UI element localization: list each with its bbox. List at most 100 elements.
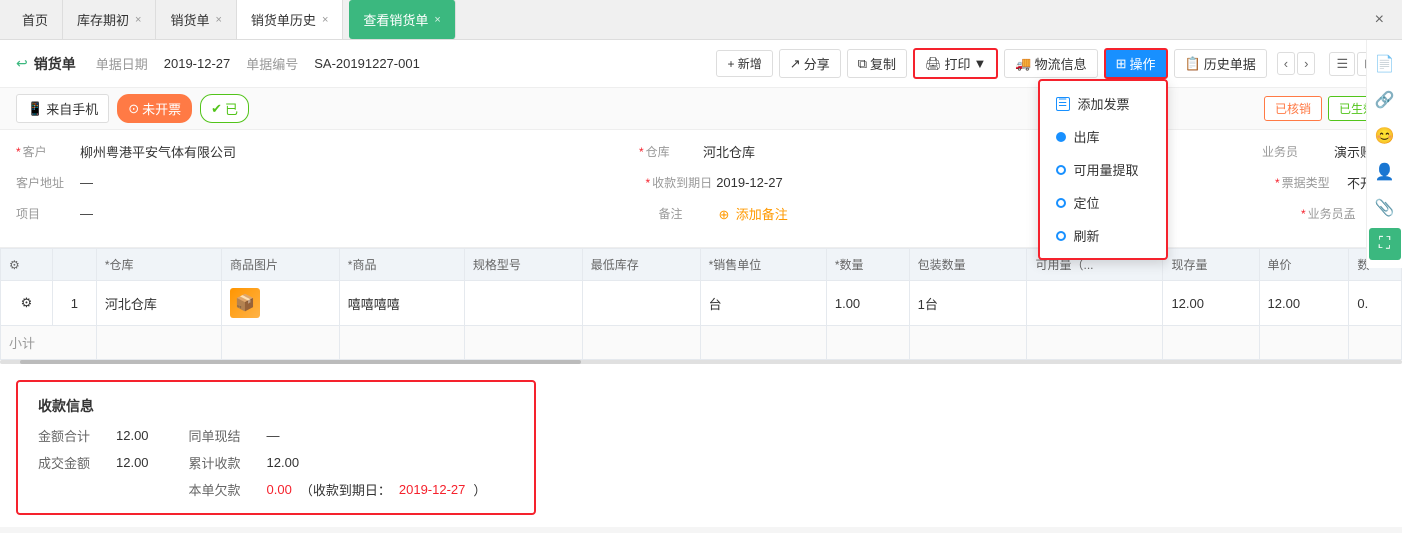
transaction-value: 12.00 bbox=[116, 455, 149, 470]
sidebar-icon-emoji[interactable]: 😊 bbox=[1369, 120, 1401, 152]
note-field: 备注 ⊕ 添加备注 bbox=[659, 204, 1302, 223]
table-header-row: ⚙ *仓库 商品图片 *商品 规格型号 最低库存 *销售单位 *数量 包装数量 … bbox=[1, 249, 1402, 281]
copy-icon: ⧉ bbox=[858, 56, 867, 72]
cumulative-label: 累计收款 bbox=[189, 453, 259, 472]
row-available bbox=[1027, 281, 1163, 326]
subtotal-col10 bbox=[1027, 326, 1163, 360]
not-open-button[interactable]: ⊙ 未开票 bbox=[117, 94, 192, 123]
history-icon: 📋 bbox=[1185, 56, 1201, 72]
from-mobile-button[interactable]: 📱 来自手机 bbox=[16, 94, 109, 123]
sidebar-icon-attach[interactable]: 📎 bbox=[1369, 192, 1401, 224]
row-product: 嘻嘻嘻嘻 bbox=[339, 281, 464, 326]
form-row-3: 项目 — 备注 ⊕ 添加备注 业务员孟 — bbox=[16, 204, 1386, 223]
sidebar-icon-user[interactable]: 👤 bbox=[1369, 156, 1401, 188]
tab-view-sales-close[interactable]: × bbox=[434, 14, 440, 26]
form-row-2: 客户地址 — 收款到期日 2019-12-27 票据类型 不开票 bbox=[16, 173, 1386, 192]
share-icon: ↗ bbox=[790, 56, 801, 72]
subtotal-col7 bbox=[700, 326, 826, 360]
logistics-icon: 🚚 bbox=[1015, 56, 1031, 72]
doc-meta: 单据日期 2019-12-27 单据编号 SA-20191227-001 bbox=[96, 54, 420, 73]
owed-value: 0.00 bbox=[267, 482, 292, 497]
th-warehouse: *仓库 bbox=[96, 249, 221, 281]
settlement-value: — bbox=[267, 428, 280, 443]
locate-item[interactable]: 定位 bbox=[1040, 186, 1166, 219]
note-label: 备注 bbox=[659, 205, 719, 222]
row-unit-price: 12.00 bbox=[1259, 281, 1349, 326]
subtotal-row: 小计 bbox=[1, 326, 1402, 360]
th-min-stock: 最低库存 bbox=[582, 249, 700, 281]
out-warehouse-icon bbox=[1056, 132, 1066, 142]
doc-icon: ↩ bbox=[16, 55, 28, 72]
share-button[interactable]: ↗ 分享 bbox=[779, 49, 841, 78]
payment-due-field: 收款到期日 2019-12-27 bbox=[646, 174, 1276, 191]
prev-button[interactable]: ‹ bbox=[1277, 52, 1295, 75]
product-image: 📦 bbox=[230, 288, 260, 318]
available-qty-item[interactable]: 可用量提取 bbox=[1040, 153, 1166, 186]
payment-due-label: 收款到期日 bbox=[646, 174, 713, 191]
add-note-button[interactable]: ⊕ 添加备注 bbox=[719, 204, 788, 223]
customer-label: 客户 bbox=[16, 143, 76, 160]
list-view-button[interactable]: ☰ bbox=[1329, 52, 1355, 76]
tab-history-close[interactable]: × bbox=[322, 14, 328, 26]
subtotal-label: 小计 bbox=[1, 326, 97, 360]
cumulative-value: 12.00 bbox=[267, 455, 300, 470]
sidebar-icon-doc[interactable]: 📄 bbox=[1369, 48, 1401, 80]
operations-button[interactable]: ⊞ 操作 bbox=[1104, 48, 1168, 79]
new-button[interactable]: + 新增 bbox=[716, 50, 772, 77]
tab-view-sales[interactable]: 查看销货单 × bbox=[349, 0, 455, 39]
add-invoice-icon: ☰ bbox=[1056, 97, 1070, 111]
transaction-label: 成交金额 bbox=[38, 453, 108, 472]
tab-inventory[interactable]: 库存期初 × bbox=[63, 0, 156, 39]
refresh-icon bbox=[1056, 231, 1066, 241]
subtotal-col4 bbox=[339, 326, 464, 360]
copy-button[interactable]: ⧉ 复制 bbox=[847, 49, 907, 78]
tab-inventory-close[interactable]: × bbox=[135, 14, 141, 26]
subtotal-col8 bbox=[826, 326, 909, 360]
payment-col-left: 金额合计 12.00 成交金额 12.00 bbox=[38, 426, 149, 499]
row-sales-unit: 台 bbox=[700, 281, 826, 326]
tab-home[interactable]: 首页 bbox=[8, 0, 63, 39]
print-icon: 🖨 bbox=[925, 56, 942, 72]
window-close-button[interactable]: × bbox=[1365, 11, 1394, 29]
warehouse-value: 河北仓库 bbox=[703, 142, 755, 161]
ops-dropdown-wrapper: ⊞ 操作 ☰ 添加发票 出库 bbox=[1104, 48, 1168, 79]
sales-staff-label: 业务员孟 bbox=[1301, 205, 1361, 222]
total-amount-label: 金额合计 bbox=[38, 426, 108, 445]
th-sales-unit: *销售单位 bbox=[700, 249, 826, 281]
scroll-indicator[interactable] bbox=[0, 360, 1402, 364]
header-actions: + 新增 ↗ 分享 ⧉ 复制 🖨 打印 ▼ 🚚 物流信息 ⊞ bbox=[716, 48, 1386, 79]
row-qty: 1.00 bbox=[826, 281, 909, 326]
row-amount: 0. bbox=[1349, 281, 1402, 326]
next-button[interactable]: › bbox=[1297, 52, 1315, 75]
sidebar-icon-expand[interactable]: ⛶ bbox=[1369, 228, 1401, 260]
tab-sales-close[interactable]: × bbox=[215, 14, 221, 26]
subtotal-col12 bbox=[1259, 326, 1349, 360]
print-button[interactable]: 🖨 打印 ▼ bbox=[913, 48, 998, 79]
refresh-item[interactable]: 刷新 bbox=[1040, 219, 1166, 252]
bottom-section: 收款信息 金额合计 12.00 成交金额 12.00 同单现结 — bbox=[0, 368, 1402, 527]
th-qty: *数量 bbox=[826, 249, 909, 281]
project-label: 项目 bbox=[16, 205, 76, 222]
th-spec: 规格型号 bbox=[464, 249, 582, 281]
row-settings[interactable]: ⚙ bbox=[1, 281, 53, 326]
out-warehouse-item[interactable]: 出库 bbox=[1040, 120, 1166, 153]
logistics-button[interactable]: 🚚 物流信息 bbox=[1004, 49, 1097, 78]
sidebar-icon-link[interactable]: 🔗 bbox=[1369, 84, 1401, 116]
add-invoice-item[interactable]: ☰ 添加发票 bbox=[1040, 87, 1166, 120]
subtotal-col13 bbox=[1349, 326, 1402, 360]
row-product-img: 📦 bbox=[221, 281, 339, 326]
tab-history[interactable]: 销货单历史 × bbox=[237, 0, 343, 39]
owed-row: 本单欠款 0.00 （收款到期日： 2019-12-27 ） bbox=[189, 480, 487, 499]
address-value: — bbox=[80, 175, 93, 190]
ops-dropdown-menu: ☰ 添加发票 出库 可用量提取 定位 bbox=[1038, 79, 1168, 260]
sold-badge: 已核销 bbox=[1264, 96, 1322, 121]
payment-title: 收款信息 bbox=[38, 396, 514, 416]
table-wrapper: ⚙ *仓库 商品图片 *商品 规格型号 最低库存 *销售单位 *数量 包装数量 … bbox=[0, 247, 1402, 364]
doc-header: ↩ 销货单 单据日期 2019-12-27 单据编号 SA-20191227-0… bbox=[0, 40, 1402, 88]
project-value: — bbox=[80, 206, 93, 221]
mobile-icon: 📱 bbox=[27, 101, 43, 117]
history-button[interactable]: 📋 历史单据 bbox=[1174, 49, 1267, 78]
check-button[interactable]: ✔ 已 bbox=[200, 94, 249, 123]
tab-sales[interactable]: 销货单 × bbox=[156, 0, 236, 39]
th-settings[interactable]: ⚙ bbox=[1, 249, 53, 281]
